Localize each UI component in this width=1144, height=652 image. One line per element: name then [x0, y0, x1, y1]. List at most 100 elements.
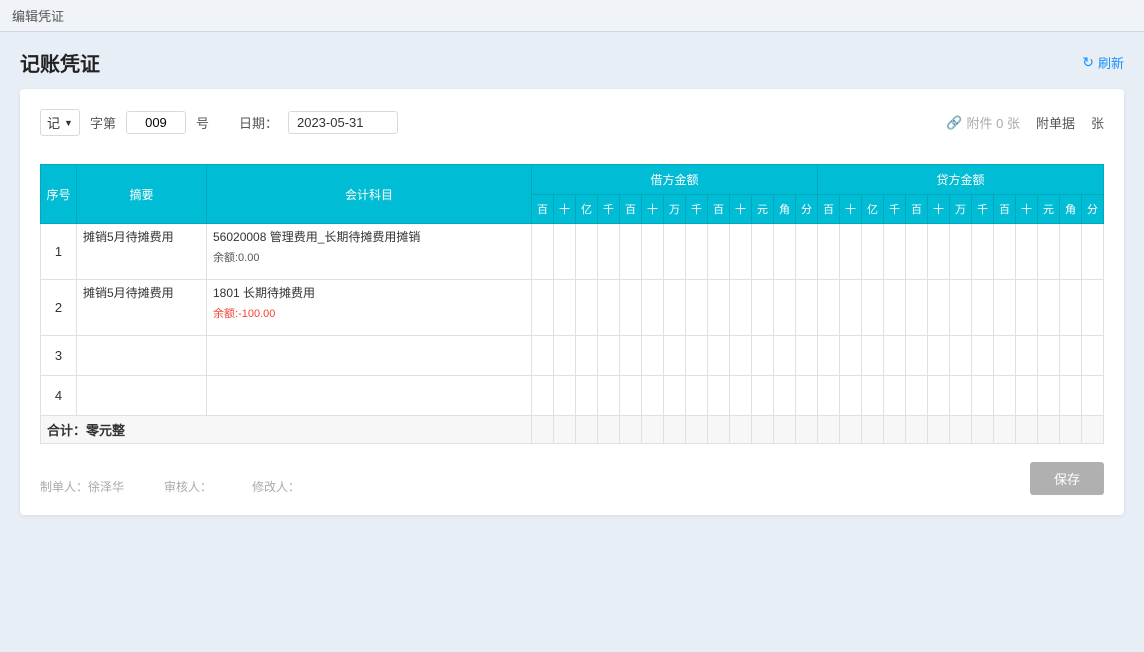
credit-digit-cell[interactable] [884, 336, 906, 376]
summary-cell[interactable]: 摊销5月待摊费用 [77, 280, 207, 336]
voucher-number-input[interactable] [126, 111, 186, 134]
save-button[interactable]: 保存 [1030, 462, 1104, 495]
debit-digit-cell[interactable] [708, 336, 730, 376]
credit-digit-cell[interactable] [1082, 280, 1104, 336]
debit-digit-cell[interactable] [554, 376, 576, 416]
credit-digit-cell[interactable] [994, 224, 1016, 280]
credit-digit-cell[interactable] [1038, 224, 1060, 280]
debit-digit-cell[interactable] [686, 336, 708, 376]
debit-digit-cell[interactable] [642, 376, 664, 416]
debit-digit-cell[interactable] [730, 336, 752, 376]
credit-digit-cell[interactable] [818, 376, 840, 416]
credit-digit-cell[interactable] [1016, 376, 1038, 416]
debit-digit-cell[interactable] [532, 376, 554, 416]
credit-digit-cell[interactable] [840, 280, 862, 336]
credit-digit-cell[interactable] [1082, 376, 1104, 416]
credit-digit-cell[interactable] [862, 224, 884, 280]
debit-digit-cell[interactable] [796, 336, 818, 376]
credit-digit-cell[interactable] [1082, 336, 1104, 376]
credit-digit-cell[interactable] [1038, 376, 1060, 416]
debit-digit-cell[interactable] [576, 376, 598, 416]
credit-digit-cell[interactable] [862, 336, 884, 376]
debit-digit-cell[interactable] [642, 280, 664, 336]
subject-cell[interactable]: 1801 长期待摊费用余额:-100.00 [207, 280, 532, 336]
refresh-button[interactable]: ↻ 刷新 [1082, 53, 1124, 72]
debit-digit-cell[interactable] [554, 336, 576, 376]
credit-digit-cell[interactable] [862, 280, 884, 336]
debit-digit-cell[interactable] [532, 224, 554, 280]
credit-digit-cell[interactable] [906, 224, 928, 280]
summary-cell[interactable] [77, 336, 207, 376]
debit-digit-cell[interactable] [554, 224, 576, 280]
debit-digit-cell[interactable] [642, 336, 664, 376]
credit-digit-cell[interactable] [972, 224, 994, 280]
debit-digit-cell[interactable] [730, 280, 752, 336]
credit-digit-cell[interactable] [972, 280, 994, 336]
credit-digit-cell[interactable] [928, 224, 950, 280]
credit-digit-cell[interactable] [1082, 224, 1104, 280]
debit-digit-cell[interactable] [620, 376, 642, 416]
credit-digit-cell[interactable] [1038, 336, 1060, 376]
credit-digit-cell[interactable] [1016, 224, 1038, 280]
credit-digit-cell[interactable] [840, 376, 862, 416]
credit-digit-cell[interactable] [862, 376, 884, 416]
subject-cell[interactable] [207, 376, 532, 416]
credit-digit-cell[interactable] [972, 336, 994, 376]
credit-digit-cell[interactable] [994, 376, 1016, 416]
attachment-link[interactable]: 🔗 附件 0 张 [946, 113, 1020, 132]
credit-digit-cell[interactable] [950, 376, 972, 416]
credit-digit-cell[interactable] [972, 376, 994, 416]
debit-digit-cell[interactable] [664, 280, 686, 336]
debit-digit-cell[interactable] [598, 376, 620, 416]
credit-digit-cell[interactable] [906, 280, 928, 336]
debit-digit-cell[interactable] [620, 280, 642, 336]
debit-digit-cell[interactable] [774, 280, 796, 336]
credit-digit-cell[interactable] [906, 376, 928, 416]
debit-digit-cell[interactable] [752, 280, 774, 336]
date-input[interactable] [288, 111, 398, 134]
debit-digit-cell[interactable] [730, 376, 752, 416]
debit-digit-cell[interactable] [598, 280, 620, 336]
debit-digit-cell[interactable] [598, 224, 620, 280]
debit-digit-cell[interactable] [598, 336, 620, 376]
debit-digit-cell[interactable] [686, 376, 708, 416]
debit-digit-cell[interactable] [796, 280, 818, 336]
debit-digit-cell[interactable] [774, 336, 796, 376]
credit-digit-cell[interactable] [884, 224, 906, 280]
credit-digit-cell[interactable] [884, 280, 906, 336]
single-doc-button[interactable]: 附单据 [1036, 113, 1075, 132]
debit-digit-cell[interactable] [752, 336, 774, 376]
credit-digit-cell[interactable] [840, 336, 862, 376]
debit-digit-cell[interactable] [730, 224, 752, 280]
credit-digit-cell[interactable] [950, 280, 972, 336]
debit-digit-cell[interactable] [774, 376, 796, 416]
debit-digit-cell[interactable] [708, 224, 730, 280]
subject-cell[interactable] [207, 336, 532, 376]
credit-digit-cell[interactable] [818, 280, 840, 336]
credit-digit-cell[interactable] [1060, 224, 1082, 280]
ji-select[interactable]: 记 ▼ [40, 109, 80, 136]
credit-digit-cell[interactable] [1016, 280, 1038, 336]
debit-digit-cell[interactable] [664, 336, 686, 376]
debit-digit-cell[interactable] [664, 224, 686, 280]
debit-digit-cell[interactable] [576, 224, 598, 280]
debit-digit-cell[interactable] [642, 224, 664, 280]
debit-digit-cell[interactable] [708, 280, 730, 336]
credit-digit-cell[interactable] [950, 224, 972, 280]
summary-cell[interactable] [77, 376, 207, 416]
debit-digit-cell[interactable] [752, 376, 774, 416]
credit-digit-cell[interactable] [928, 280, 950, 336]
credit-digit-cell[interactable] [840, 224, 862, 280]
credit-digit-cell[interactable] [906, 336, 928, 376]
debit-digit-cell[interactable] [532, 280, 554, 336]
credit-digit-cell[interactable] [950, 336, 972, 376]
debit-digit-cell[interactable] [686, 280, 708, 336]
debit-digit-cell[interactable] [752, 224, 774, 280]
debit-digit-cell[interactable] [664, 376, 686, 416]
credit-digit-cell[interactable] [928, 376, 950, 416]
debit-digit-cell[interactable] [708, 376, 730, 416]
debit-digit-cell[interactable] [576, 280, 598, 336]
credit-digit-cell[interactable] [818, 336, 840, 376]
debit-digit-cell[interactable] [532, 336, 554, 376]
credit-digit-cell[interactable] [818, 224, 840, 280]
